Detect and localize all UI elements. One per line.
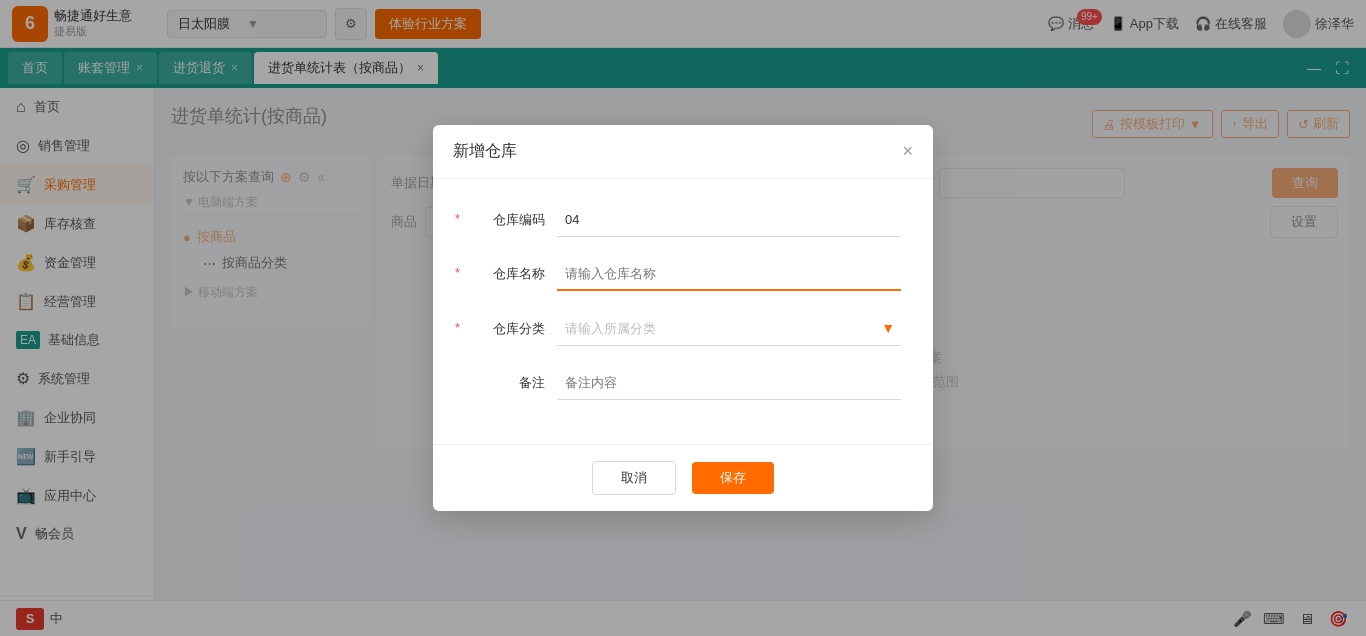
form-label-code: 仓库编码	[465, 211, 545, 229]
add-warehouse-dialog: 新增仓库 × 仓库编码 仓库名称 仓库分类 请输入所属分类 ▼	[433, 125, 933, 511]
form-label-name: 仓库名称	[465, 265, 545, 283]
modal-overlay: 新增仓库 × 仓库编码 仓库名称 仓库分类 请输入所属分类 ▼	[0, 0, 1366, 636]
warehouse-category-select[interactable]: 请输入所属分类	[557, 311, 901, 345]
dialog-footer: 取消 保存	[433, 444, 933, 511]
form-row-name: 仓库名称	[465, 257, 901, 291]
dialog-body: 仓库编码 仓库名称 仓库分类 请输入所属分类 ▼ 备注	[433, 179, 933, 444]
dialog-header: 新增仓库 ×	[433, 125, 933, 179]
dialog-title: 新增仓库	[453, 141, 517, 162]
form-row-code: 仓库编码	[465, 203, 901, 237]
warehouse-category-wrap: 请输入所属分类 ▼	[557, 311, 901, 346]
form-row-remark: 备注	[465, 366, 901, 400]
cancel-button[interactable]: 取消	[592, 461, 676, 495]
dialog-close-button[interactable]: ×	[902, 141, 913, 162]
form-label-category: 仓库分类	[465, 320, 545, 338]
save-button[interactable]: 保存	[692, 462, 774, 494]
warehouse-code-input[interactable]	[557, 203, 901, 237]
warehouse-remark-input[interactable]	[557, 366, 901, 400]
form-label-remark: 备注	[465, 374, 545, 392]
form-row-category: 仓库分类 请输入所属分类 ▼	[465, 311, 901, 346]
warehouse-name-input[interactable]	[557, 257, 901, 291]
